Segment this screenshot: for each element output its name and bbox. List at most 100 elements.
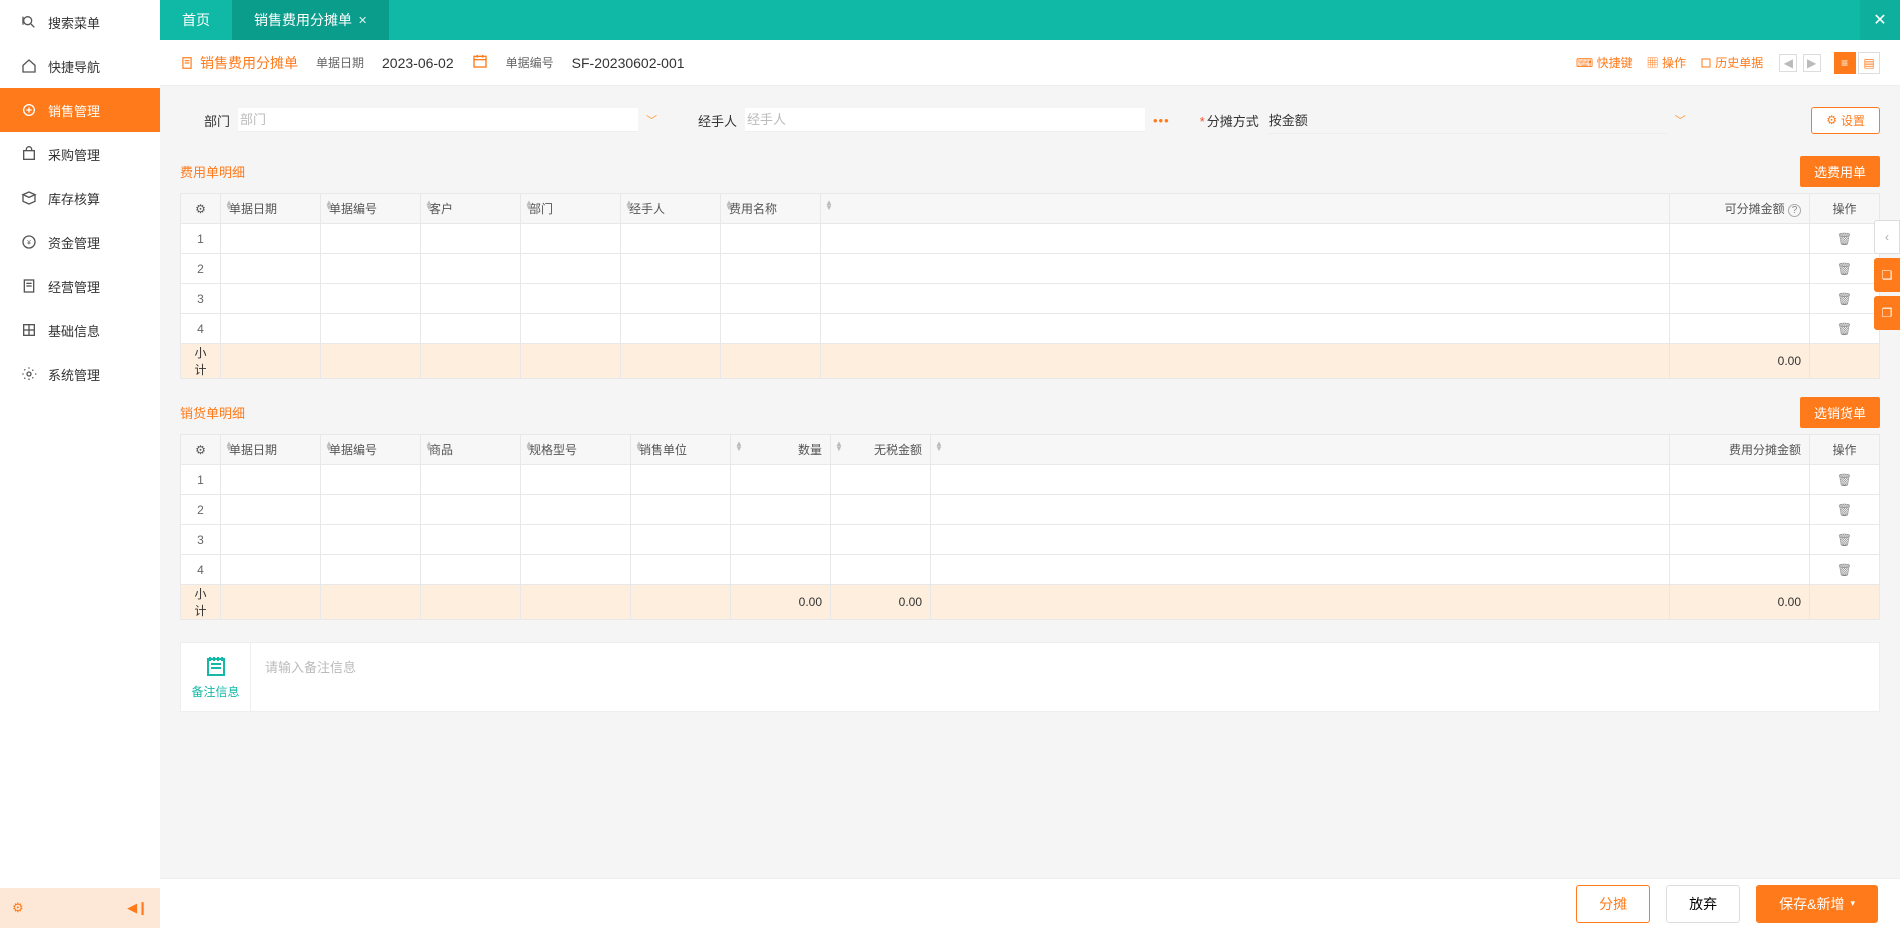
delete-icon[interactable]: 🗑 <box>1837 322 1852 336</box>
delete-icon[interactable]: 🗑 <box>1837 292 1852 306</box>
dept-input[interactable] <box>238 108 638 132</box>
main-content: 部门 ﹀ 经手人 ••• *分摊方式 按金额 ﹀ ⚙ 设置 费用单明细 选费用单… <box>160 86 1900 878</box>
col-alloc: 可分摊金额 ? <box>1670 194 1810 224</box>
table-row[interactable]: 2🗑 <box>181 254 1880 284</box>
sidebar-item-sales[interactable]: 销售管理 <box>0 88 160 132</box>
list-view-icon[interactable]: ≡ <box>1834 52 1856 74</box>
top-tabs: 首页 销售费用分摊单 ✕ ✕ <box>160 0 1900 40</box>
bag-icon <box>20 145 38 163</box>
remark-input[interactable] <box>251 643 1879 711</box>
view-toggle: ≡ ▤ <box>1835 52 1880 74</box>
sidebar-item-baseinfo[interactable]: 基础信息 <box>0 308 160 352</box>
svg-text:¥: ¥ <box>27 240 31 247</box>
calendar-icon[interactable] <box>472 53 488 72</box>
table-row[interactable]: 4🗑 <box>181 314 1880 344</box>
delete-icon[interactable]: 🗑 <box>1837 262 1852 276</box>
section1-title: 费用单明细 <box>180 162 245 181</box>
chevron-down-icon[interactable]: ﹀ <box>646 112 657 128</box>
tab-label: 销售费用分摊单 <box>254 10 352 30</box>
shortcut-link[interactable]: ⌨ 快捷键 <box>1576 54 1633 71</box>
col-fee: ▲▼费用名称 <box>721 194 821 224</box>
delete-icon[interactable]: 🗑 <box>1837 533 1852 547</box>
table-row[interactable]: 4🗑 <box>181 555 1880 585</box>
history-link[interactable]: 历史单据 <box>1700 54 1763 71</box>
col-date: ▲▼单据日期 <box>221 194 321 224</box>
pick-sales-button[interactable]: 选销货单 <box>1800 397 1880 428</box>
box-icon <box>20 189 38 207</box>
flap-2[interactable]: ❐ <box>1874 296 1900 330</box>
collapse-icon[interactable]: ◀❙ <box>115 900 160 916</box>
sidebar-item-label: 采购管理 <box>48 145 100 164</box>
help-icon[interactable]: ? <box>1788 204 1801 217</box>
gear-col-icon[interactable]: ⚙ <box>181 435 221 465</box>
home-icon <box>20 57 38 75</box>
save-button[interactable]: 保存&新增▾ <box>1756 885 1878 923</box>
tab-current[interactable]: 销售费用分摊单 ✕ <box>232 0 389 40</box>
subtotal-row: 小计0.00 <box>181 344 1880 379</box>
search-icon <box>20 13 38 31</box>
table-row[interactable]: 1🗑 <box>181 465 1880 495</box>
sidebar-search[interactable]: 搜索菜单 <box>0 0 160 44</box>
doc-title: 销售费用分摊单 <box>180 53 298 73</box>
sidebar-bottom: ⚙ ◀❙ <box>0 888 160 928</box>
sidebar-item-business[interactable]: 经营管理 <box>0 264 160 308</box>
field-mode: *分摊方式 按金额 ﹀ <box>1200 106 1686 134</box>
delete-icon[interactable]: 🗑 <box>1837 473 1852 487</box>
prev-icon[interactable]: ◀ <box>1779 54 1797 72</box>
ops-link[interactable]: ▦ 操作 <box>1647 54 1686 71</box>
sidebar-item-label: 销售管理 <box>48 101 100 120</box>
doc-header: 销售费用分摊单 单据日期 2023-06-02 单据编号 SF-20230602… <box>160 40 1900 86</box>
gear-icon <box>20 365 38 383</box>
table-row[interactable]: 2🗑 <box>181 495 1880 525</box>
chevron-down-icon[interactable]: ﹀ <box>1675 112 1686 128</box>
tab-close-icon[interactable]: ✕ <box>358 14 367 27</box>
form-row: 部门 ﹀ 经手人 ••• *分摊方式 按金额 ﹀ ⚙ 设置 <box>180 96 1880 150</box>
flap-collapse-icon[interactable]: ‹ <box>1874 220 1900 254</box>
delete-icon[interactable]: 🗑 <box>1837 563 1852 577</box>
gear-col-icon[interactable]: ⚙ <box>181 194 221 224</box>
sidebar-item-label: 资金管理 <box>48 233 100 252</box>
col-dept: ▲▼部门 <box>521 194 621 224</box>
sidebar-item-label: 经营管理 <box>48 277 100 296</box>
delete-icon[interactable]: 🗑 <box>1837 232 1852 246</box>
flap-1[interactable]: ❏ <box>1874 258 1900 292</box>
tab-home[interactable]: 首页 <box>160 0 232 40</box>
discard-button[interactable]: 放弃 <box>1666 885 1740 923</box>
sidebar-item-quicknav[interactable]: 快捷导航 <box>0 44 160 88</box>
subtotal-row: 小计0.000.000.00 <box>181 585 1880 620</box>
money-icon: ¥ <box>20 233 38 251</box>
section2-title: 销货单明细 <box>180 403 245 422</box>
ellipsis-icon[interactable]: ••• <box>1153 113 1170 128</box>
docno-value: SF-20230602-001 <box>572 55 685 71</box>
section1-header: 费用单明细 选费用单 <box>180 156 1880 187</box>
report-icon <box>20 277 38 295</box>
next-icon[interactable]: ▶ <box>1803 54 1821 72</box>
card-view-icon[interactable]: ▤ <box>1858 52 1880 74</box>
allocate-button[interactable]: 分摊 <box>1576 885 1650 923</box>
sidebar-item-funds[interactable]: ¥ 资金管理 <box>0 220 160 264</box>
date-value[interactable]: 2023-06-02 <box>382 55 454 71</box>
pick-expense-button[interactable]: 选费用单 <box>1800 156 1880 187</box>
section2-header: 销货单明细 选销货单 <box>180 397 1880 428</box>
history-nav: ◀ ▶ <box>1777 54 1820 72</box>
col-cust: ▲▼客户 <box>421 194 521 224</box>
delete-icon[interactable]: 🗑 <box>1837 503 1852 517</box>
table-row[interactable]: 1🗑 <box>181 224 1880 254</box>
col-handler: ▲▼经手人 <box>621 194 721 224</box>
sidebar-item-inventory[interactable]: 库存核算 <box>0 176 160 220</box>
sidebar-item-label: 库存核算 <box>48 189 100 208</box>
settings-icon[interactable]: ⚙ <box>0 900 36 916</box>
mode-select[interactable]: 按金额 <box>1267 106 1667 134</box>
table-row[interactable]: 3🗑 <box>181 525 1880 555</box>
chevron-down-icon: ▾ <box>1850 898 1855 909</box>
table-row[interactable]: 3🗑 <box>181 284 1880 314</box>
date-label: 单据日期 <box>316 54 364 71</box>
close-all-icon[interactable]: ✕ <box>1860 0 1900 40</box>
sidebar-item-label: 系统管理 <box>48 365 100 384</box>
field-handler: 经手人 ••• <box>687 108 1170 132</box>
doc-icon <box>180 56 194 70</box>
handler-input[interactable] <box>745 108 1145 132</box>
settings-button[interactable]: ⚙ 设置 <box>1811 107 1880 134</box>
sidebar-item-purchase[interactable]: 采购管理 <box>0 132 160 176</box>
sidebar-item-system[interactable]: 系统管理 <box>0 352 160 396</box>
